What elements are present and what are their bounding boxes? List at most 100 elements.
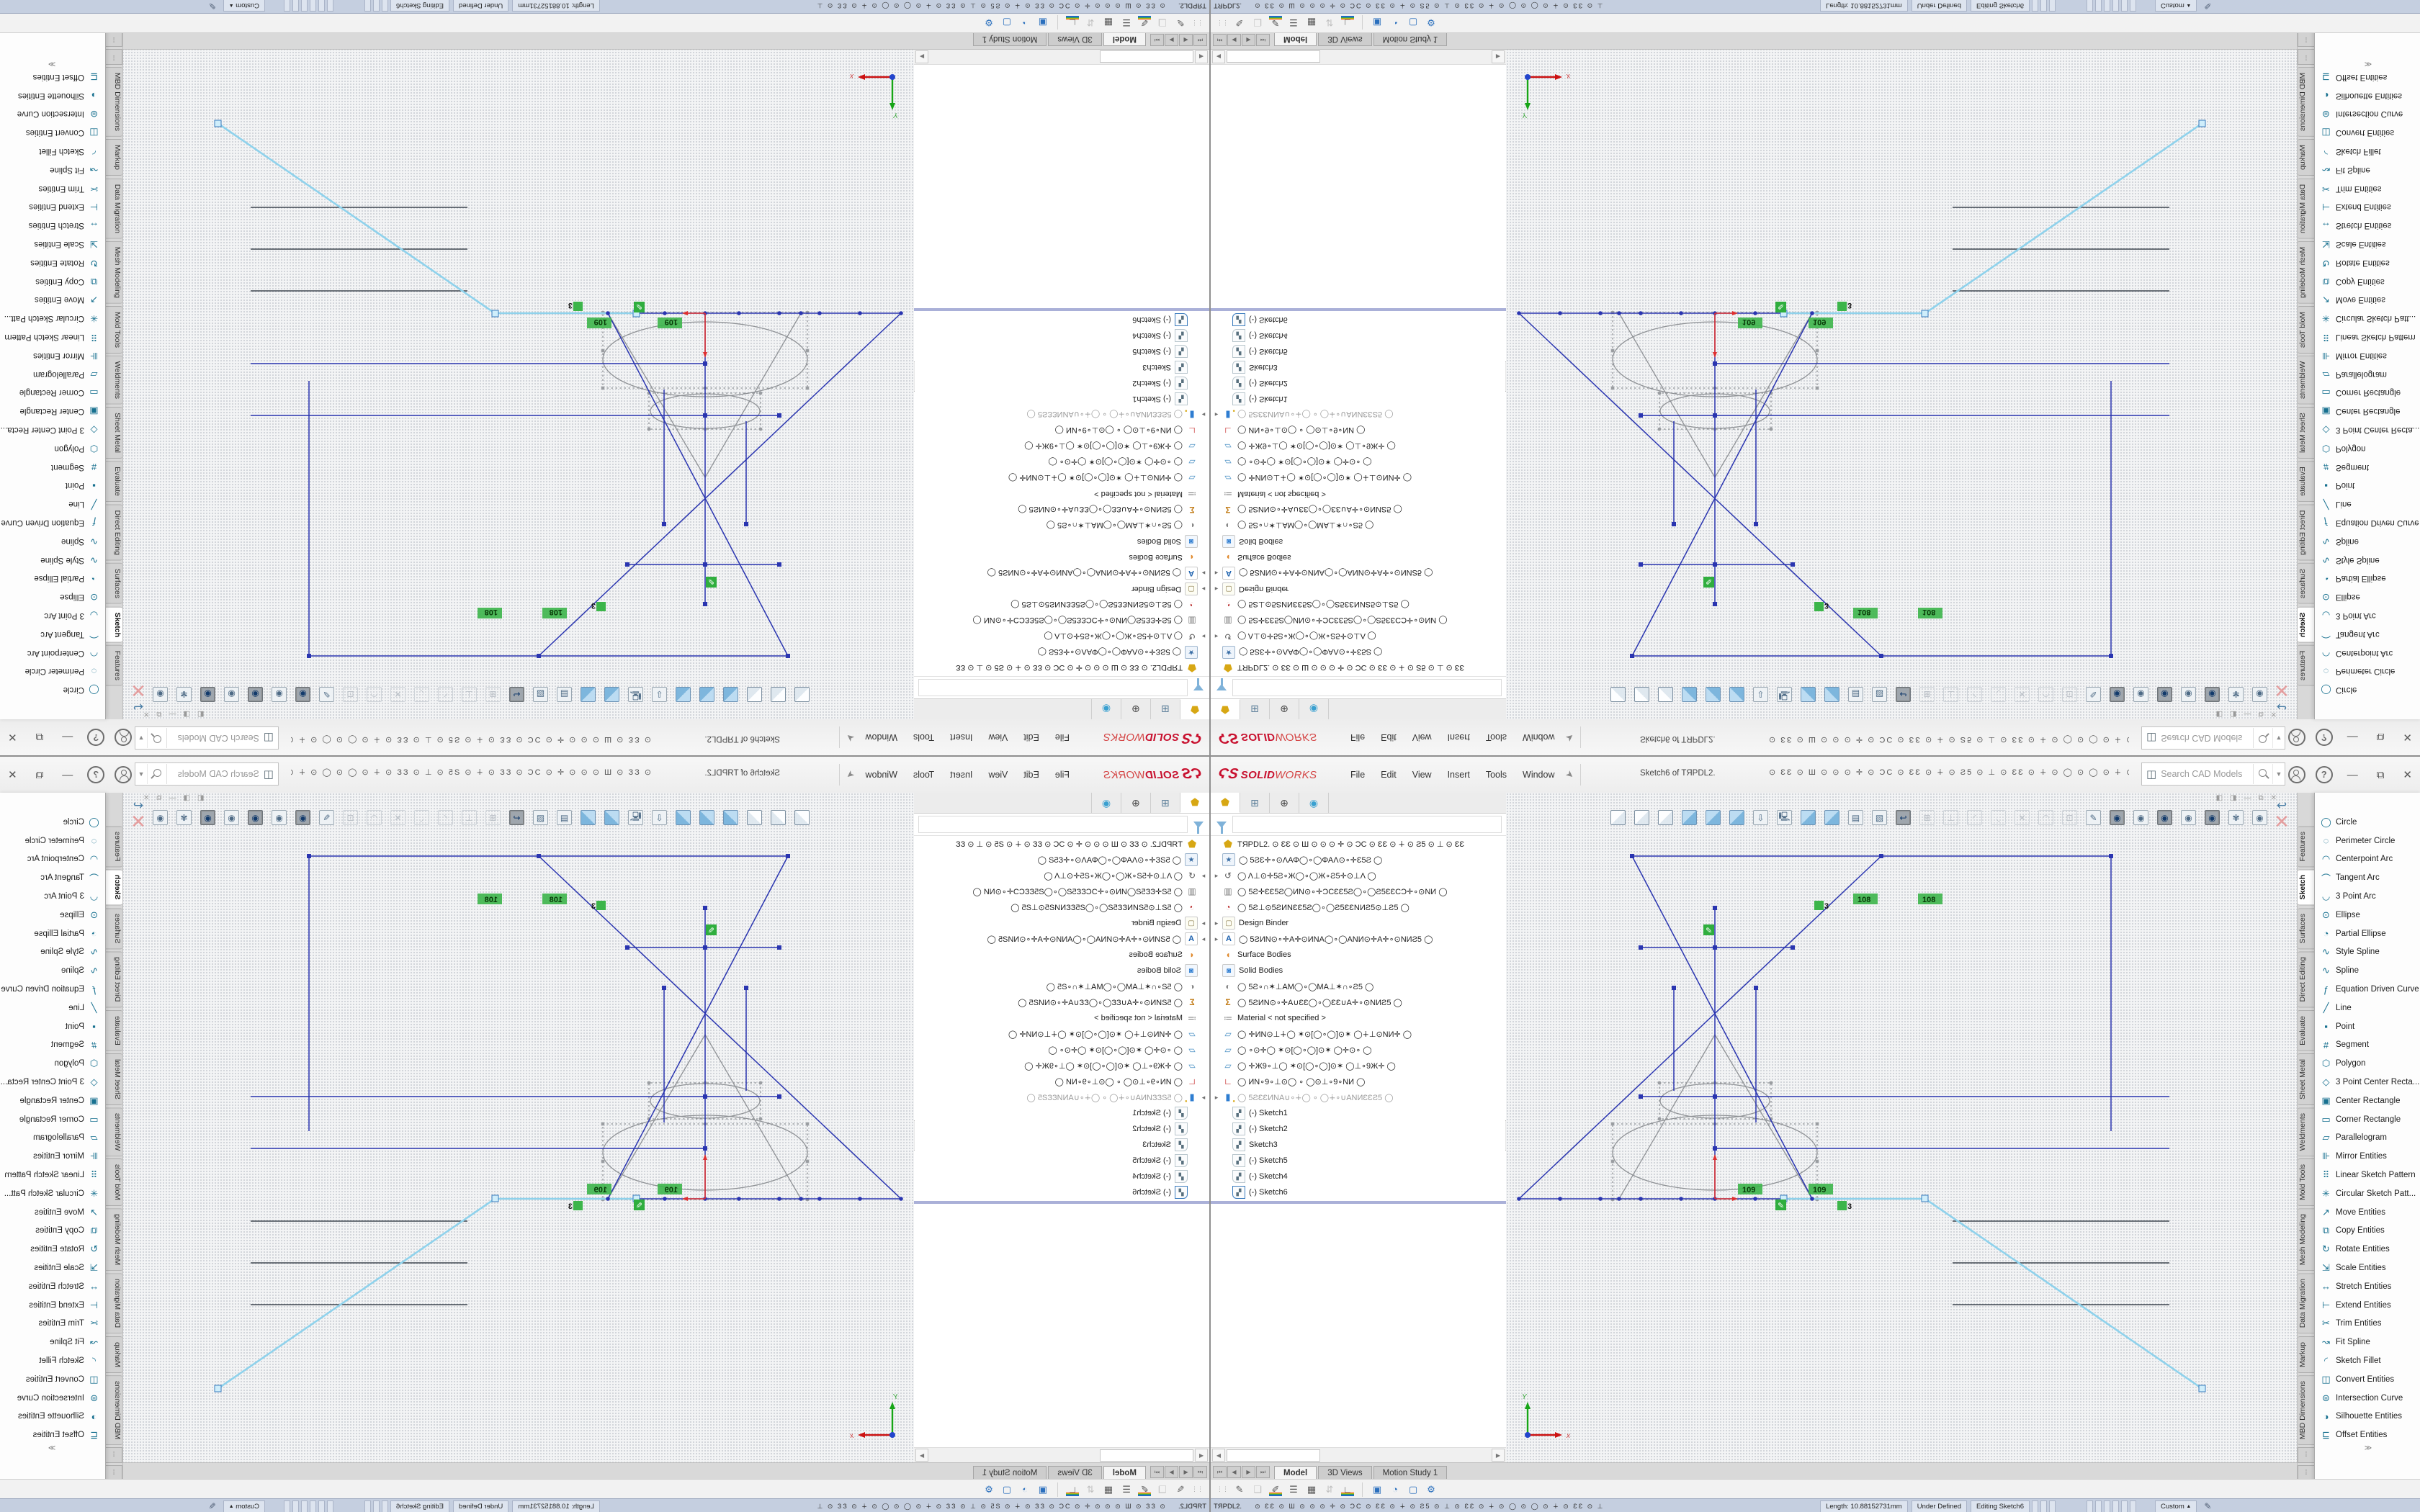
doctab-3d-views[interactable]: 3D Views <box>1048 32 1101 46</box>
tree-horizontal-scrollbar[interactable]: ◀ ▶ <box>914 1447 1209 1462</box>
tab-sketch[interactable]: Sketch <box>105 606 122 642</box>
scroll-right-icon[interactable]: ▶ <box>1492 1449 1505 1462</box>
hierarchy-toggle-icon[interactable]: ⇵ <box>1323 17 1336 30</box>
tab-markup[interactable]: Markup <box>105 1336 122 1373</box>
tree-item[interactable]: ∟◯ ИΝ∘9∘⊥⊙◯ ∘ ◯⊙⊥∘9∘ΝИ ◯ <box>1211 1074 1506 1089</box>
doctab-motion-study-1[interactable]: Motion Study 1 <box>1373 32 1448 46</box>
tab-features[interactable]: Features <box>2298 645 2315 686</box>
tab-mesh-modeling[interactable]: Mesh Modeling <box>105 241 122 304</box>
toolbar-grip[interactable]: ⋮⋮ <box>1192 19 1204 27</box>
scrollbar-thumb[interactable] <box>1100 1449 1193 1462</box>
filter-input[interactable] <box>1232 816 1502 833</box>
tree-item[interactable]: ▞(-) Sketch1 <box>1211 391 1506 407</box>
hierarchy-toggle-icon[interactable]: ⇵ <box>1323 1483 1336 1496</box>
tree-splitter[interactable] <box>914 308 1209 311</box>
verification-check-icon[interactable]: ▣ <box>1036 1483 1049 1496</box>
featuremanager-tab[interactable]: ⬟ <box>1180 699 1209 719</box>
axis-legend-icon[interactable]: ∟ <box>1066 1483 1079 1496</box>
flyout-offset-entities[interactable]: ⊑Offset Entities <box>0 1426 105 1444</box>
hierarchy-toggle-icon[interactable]: ⇵ <box>1084 17 1097 30</box>
flyout-spline[interactable]: ∿Spline <box>2315 532 2420 551</box>
close-button[interactable]: ✕ <box>2398 767 2416 783</box>
flyout-linear-sketch-pattern[interactable]: ⠿Linear Sketch Pattern <box>0 1166 105 1184</box>
propertymanager-tab[interactable]: ⊞ <box>1240 793 1270 813</box>
menu-file[interactable]: File <box>1049 766 1076 783</box>
menu-view[interactable]: View <box>982 729 1014 746</box>
flyout-tangent-arc[interactable]: ⌒Tangent Arc <box>0 625 105 644</box>
filter-input[interactable] <box>1232 679 1502 696</box>
flyout-polygon[interactable]: ⬡Polygon <box>0 1054 105 1073</box>
tab-surfaces[interactable]: Surfaces <box>2298 563 2315 604</box>
flyout-convert-entities[interactable]: ◫Convert Entities <box>2315 1370 2420 1389</box>
restore-button[interactable]: ⧉ <box>32 768 48 783</box>
pending-rebuild-icon[interactable]: ◔ <box>1389 17 1402 30</box>
doctab-3d-views[interactable]: 3D Views <box>1048 1466 1101 1480</box>
menu-file[interactable]: File <box>1344 729 1371 746</box>
tree-item[interactable]: ◔◯ 5Ƨ⊥⊙5ƧИΝƐƐ5Ƨ◯∘◯Ƨ5ƐƐΝИƧ5⊙⊥Ƨ5 ◯ <box>914 597 1209 613</box>
menu-insert[interactable]: Insert <box>1441 729 1476 746</box>
menu-tools[interactable]: Tools <box>907 766 941 783</box>
flyout-trim-entities[interactable]: ✂Trim Entities <box>2315 1315 2420 1333</box>
tab-evaluate[interactable]: Evaluate <box>2298 461 2315 502</box>
tree-item[interactable]: ▥◯ 5Ƨ✛ƐƐ5Ƨ◯ИΝ⊙∘✛ƆСƐƐ5Ƨ◯∘◯Ƨ5ƐƐСƆ✛∘⊙ΝИ ◯ <box>914 883 1209 899</box>
tree-item[interactable]: ◐◯ 5Ƨ∘∩✶⊥ΑΜ◯∘◯ΜΑ⊥✶∩∘Ƨ5 ◯ <box>914 518 1209 534</box>
tree-item[interactable]: ≔Material < not specified > <box>914 1010 1209 1026</box>
tab-mbd-dimensions[interactable]: MBD Dimensions <box>105 67 122 137</box>
doctab-3d-views[interactable]: 3D Views <box>1318 1466 1371 1480</box>
tree-item[interactable]: Σ◯ 5ƧИΝ⊙∘✛Α∪ƐƐ◯∘◯ƐƐ∪Α✛∘⊙ΝИƧ5 ◯ <box>1211 502 1506 518</box>
flyout-circular-sketch-pattern[interactable]: ✳Circular Sketch Patt... <box>0 1184 105 1203</box>
ink-pen-icon[interactable]: ✎ <box>1174 17 1187 30</box>
tree-item[interactable]: ▸▮◯ 5ƧƐƐИΝΑ∪∘∔◯ ∘ ◯∔∘∪ΑΝИƐƐƧ5 ◯ <box>914 1089 1209 1105</box>
toolbar-grip[interactable]: ⋮⋮ <box>1216 19 1228 27</box>
flyout-circle[interactable]: ◯Circle <box>2315 813 2420 832</box>
featuremanager-tab[interactable]: ⬟ <box>1211 793 1240 813</box>
expand-arrow-icon[interactable]: ▸ <box>1211 411 1222 419</box>
flyout-three-point-arc[interactable]: ◡3 Point Arc <box>0 606 105 625</box>
menu-view[interactable]: View <box>982 766 1014 783</box>
flyout-tangent-arc[interactable]: ⌒Tangent Arc <box>2315 868 2420 887</box>
close-button[interactable]: ✕ <box>2398 729 2416 745</box>
displaymanager-tab[interactable]: ◉ <box>1299 793 1329 813</box>
paintbrush-icon[interactable]: ✐ <box>1269 17 1282 30</box>
flyout-equation-driven-curve[interactable]: ƒEquation Driven Curve <box>2315 980 2420 999</box>
more-commands-icon[interactable]: ≫ <box>2315 1444 2420 1460</box>
flyout-fit-spline[interactable]: ↝Fit Spline <box>2315 1333 2420 1351</box>
minimize-button[interactable]: — <box>2343 730 2362 745</box>
sketch-canvas[interactable]: 108 108 109 109 ✎ ✎ 3 3 <box>1506 793 2420 1462</box>
pin-menu-icon[interactable]: ➤ <box>1563 768 1577 781</box>
status-units-icon[interactable]: ✎ <box>2204 1501 2211 1511</box>
flyout-mirror-entities[interactable]: ⊪Mirror Entities <box>2315 346 2420 365</box>
help-icon[interactable]: ? <box>2316 729 2333 746</box>
tree-item[interactable]: ▸▢Design Binder <box>914 915 1209 931</box>
menu-edit[interactable]: Edit <box>1374 766 1403 783</box>
tree-item[interactable]: ▱◯ ✛Ж9∘⊥◯ ✶⊙[◯∘◯]⊙✶ ◯⊥∘9Ж✛ ◯ <box>914 438 1209 454</box>
tree-item[interactable]: ▞(-) Sketch6 <box>1211 312 1506 328</box>
tab-features[interactable]: Features <box>105 645 122 686</box>
tab-mesh-modeling[interactable]: Mesh Modeling <box>2298 1208 2315 1271</box>
flyout-point[interactable]: ▪Point <box>0 1017 105 1036</box>
settings-gear-icon[interactable]: ⚙ <box>1425 1483 1438 1496</box>
flyout-three-point-arc[interactable]: ◡3 Point Arc <box>2315 887 2420 906</box>
tab-nav-icon[interactable]: ▶ <box>1242 34 1255 46</box>
axis-legend-icon[interactable]: ∟ <box>1066 17 1079 30</box>
tree-item[interactable]: ▞(-) Sketch2 <box>1211 1121 1506 1137</box>
tab-overflow-icon[interactable]: ⋮ <box>2298 1447 2315 1463</box>
flyout-silhouette-entities[interactable]: ◑Silhouette Entities <box>2315 1408 2420 1426</box>
flyout-circular-sketch-pattern[interactable]: ✳Circular Sketch Patt... <box>2315 309 2420 328</box>
flyout-trim-entities[interactable]: ✂Trim Entities <box>0 1315 105 1333</box>
paintbrush-icon[interactable]: ✐ <box>1138 1483 1151 1496</box>
tree-item[interactable]: ▸▢Design Binder <box>1211 581 1506 597</box>
tab-overflow-icon[interactable]: ⋮ <box>2298 31 2315 47</box>
tab-nav-icon[interactable]: ◀ <box>1179 34 1193 46</box>
search-icon[interactable] <box>148 728 167 748</box>
expand-arrow-icon[interactable]: ▸ <box>1211 919 1222 927</box>
tree-item[interactable]: ⬟TЯPDL2. ⊙ ƐƐ ⊙ Ш ⊙ ⊙ ⊙ ✛ ⊙ ƆС ⊙ ƐƐ ⊙ ∔ … <box>914 836 1209 852</box>
more-commands-icon[interactable]: ≫ <box>2315 52 2420 68</box>
tree-item[interactable]: ▸▮◯ 5ƧƐƐИΝΑ∪∘∔◯ ∘ ◯∔∘∪ΑΝИƐƐƧ5 ◯ <box>914 407 1209 423</box>
flyout-scale-entities[interactable]: ⇲Scale Entities <box>2315 235 2420 253</box>
help-icon[interactable]: ? <box>87 729 104 746</box>
ink-pen-icon[interactable]: ✎ <box>1174 1483 1187 1496</box>
flyout-silhouette-entities[interactable]: ◑Silhouette Entities <box>0 86 105 105</box>
graphics-viewport[interactable]: ⇩🖳▤▧↩⊞⊥◜◟✕◠⊡✎◉◉◉◉◉✾◉ ◧◨—⧉✕ ↩ ✕ <box>1506 793 2420 1462</box>
filter-input[interactable] <box>918 816 1188 833</box>
